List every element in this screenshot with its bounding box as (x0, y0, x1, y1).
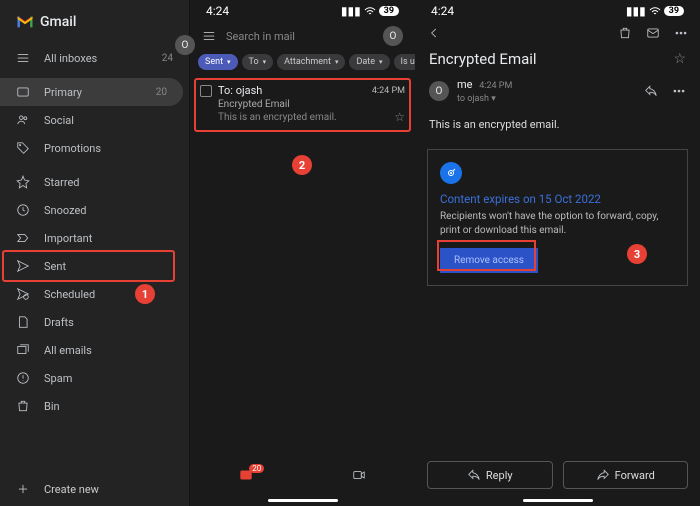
sidebar-item-scheduled[interactable]: Scheduled 1 (0, 280, 189, 308)
sidebar: Gmail All inboxes 24 Primary 20 Social P… (0, 0, 190, 506)
confidential-title: Content expires on 15 Oct 2022 (440, 192, 675, 206)
important-icon (16, 231, 30, 245)
to-label[interactable]: to ojash ▾ (457, 94, 496, 104)
highlight-3 (437, 240, 536, 271)
sidebar-item-social[interactable]: Social (0, 106, 189, 134)
star-icon[interactable]: ☆ (673, 51, 686, 67)
more-icon[interactable] (674, 26, 688, 40)
sidebar-item-allemails[interactable]: All emails (0, 336, 189, 364)
allmail-icon (16, 343, 30, 357)
sidebar-item-snoozed[interactable]: Snoozed (0, 196, 189, 224)
search-row: Search in mail O (190, 20, 415, 52)
checkbox[interactable] (200, 85, 212, 97)
confidential-icon (440, 162, 462, 184)
sidebar-item-important[interactable]: Important (0, 224, 189, 252)
wifi-icon (364, 6, 376, 16)
annotation-badge-1: 1 (135, 284, 155, 304)
brand-text: Gmail (40, 14, 76, 30)
account-avatar[interactable]: O (383, 26, 403, 46)
sender-avatar: O (429, 81, 449, 101)
trash-icon (16, 399, 30, 413)
people-icon (16, 113, 30, 127)
star-icon (16, 175, 30, 189)
sidebar-item-allinboxes[interactable]: All inboxes 24 (0, 44, 189, 72)
status-bar-r: 4:24 ▮▮▮ 39 (415, 0, 700, 20)
home-indicator (523, 499, 593, 502)
gmail-icon (16, 15, 34, 29)
inbox-icon (16, 85, 30, 99)
file-icon (16, 315, 30, 329)
sidebar-item-drafts[interactable]: Drafts (0, 308, 189, 336)
create-new-button[interactable]: Create new (0, 472, 189, 506)
meet-tab-icon[interactable] (352, 468, 366, 485)
chip-to[interactable]: To (242, 54, 274, 70)
sidebar-item-sent[interactable]: Sent (0, 252, 189, 280)
tag-icon (16, 141, 30, 155)
chip-attachment[interactable]: Attachment (277, 54, 345, 70)
filter-chips: Sent To Attachment Date Is u (190, 52, 415, 76)
annotation-badge-2: 2 (292, 155, 312, 175)
mail-icon[interactable] (646, 26, 660, 40)
sender-name: me (457, 78, 472, 91)
reply-icon[interactable] (644, 84, 658, 98)
brand: Gmail (0, 0, 189, 44)
mail-count-badge: 20 (249, 464, 264, 473)
forward-button[interactable]: Forward (563, 461, 689, 489)
mail-detail-pane: 4:24 ▮▮▮ 39 Encrypted Email ☆ O me 4:24 … (415, 0, 700, 506)
wifi-icon (649, 6, 661, 16)
send-icon (16, 259, 30, 273)
partial-avatar: O (175, 35, 195, 55)
mail-body: This is an encrypted email. (415, 112, 700, 137)
back-icon[interactable] (427, 26, 441, 40)
reply-button[interactable]: Reply (427, 461, 553, 489)
mail-tab-icon[interactable]: 20 (239, 468, 253, 485)
plus-icon (16, 482, 30, 496)
clock-icon (16, 203, 30, 217)
annotation-badge-3: 3 (627, 244, 647, 264)
email-time: 4:24 PM (372, 86, 405, 96)
chip-isunread[interactable]: Is u (394, 54, 415, 70)
status-time: 4:24 (206, 4, 229, 18)
chip-sent[interactable]: Sent (198, 54, 238, 70)
schedule-icon (16, 287, 30, 301)
reply-arrow-icon (467, 468, 481, 482)
detail-title: Encrypted Email (429, 50, 537, 68)
sender-time: 4:24 PM (479, 81, 512, 91)
spam-icon (16, 371, 30, 385)
sidebar-item-primary[interactable]: Primary 20 (0, 78, 183, 106)
stack-icon (16, 51, 30, 65)
delete-icon[interactable] (618, 26, 632, 40)
menu-icon[interactable] (202, 29, 216, 43)
status-bar: 4:24 ▮▮▮ 39 (190, 0, 415, 20)
sidebar-item-spam[interactable]: Spam (0, 364, 189, 392)
home-indicator (268, 499, 338, 502)
email-row[interactable]: To: ojash 4:24 PM Encrypted Email This i… (190, 76, 415, 132)
sender-row: O me 4:24 PM to ojash ▾ (415, 76, 700, 112)
chip-date[interactable]: Date (349, 54, 389, 70)
battery-level: 39 (379, 6, 399, 16)
email-to: To: ojash (218, 84, 262, 97)
email-snippet: This is an encrypted email. (218, 112, 337, 123)
mail-list-pane: 4:24 ▮▮▮ 39 O Search in mail O Sent To A… (190, 0, 415, 506)
confidential-box: Content expires on 15 Oct 2022 Recipient… (427, 149, 688, 286)
reply-row: Reply Forward (415, 451, 700, 499)
email-subject: Encrypted Email (218, 99, 405, 110)
status-signal: ▮▮▮ 39 (341, 4, 399, 18)
more-icon[interactable] (672, 84, 686, 98)
forward-arrow-icon (596, 468, 610, 482)
sidebar-item-promotions[interactable]: Promotions (0, 134, 189, 162)
sidebar-item-starred[interactable]: Starred (0, 168, 189, 196)
star-icon[interactable]: ☆ (394, 110, 405, 124)
sidebar-item-bin[interactable]: Bin (0, 392, 189, 420)
search-input[interactable]: Search in mail (226, 30, 373, 43)
confidential-desc: Recipients won't have the option to forw… (440, 210, 675, 238)
bottom-bar: 20 (190, 458, 415, 499)
top-actions (415, 20, 700, 46)
